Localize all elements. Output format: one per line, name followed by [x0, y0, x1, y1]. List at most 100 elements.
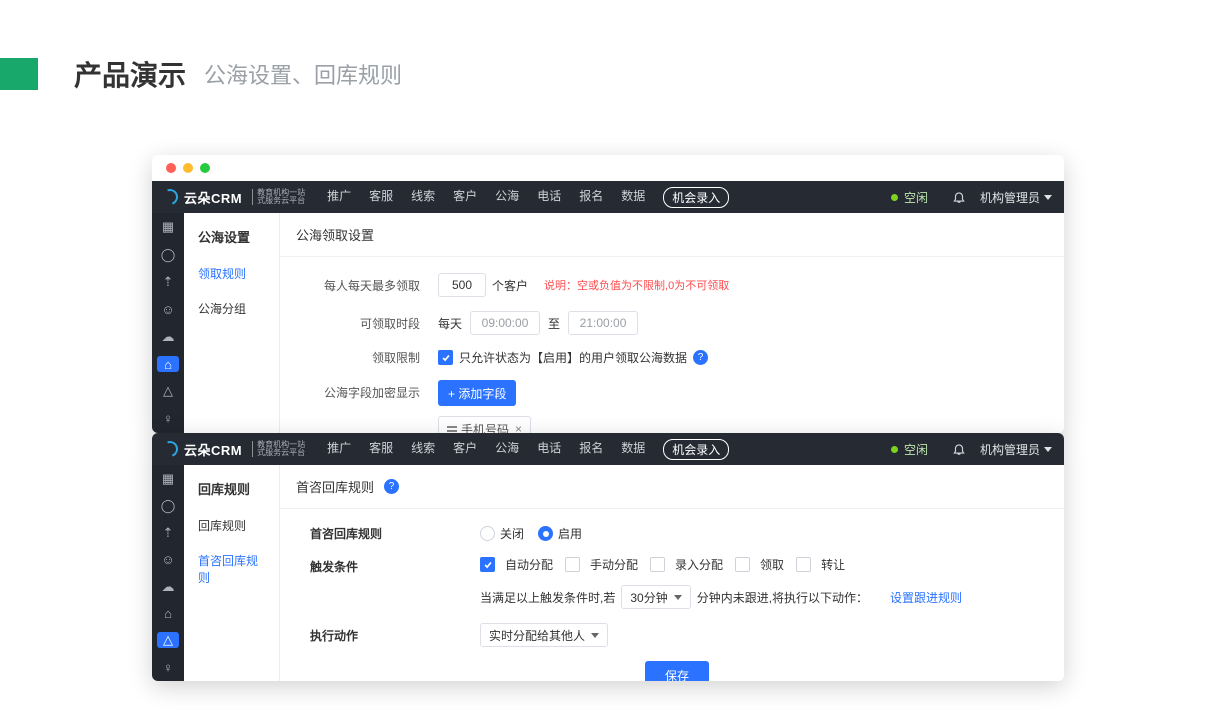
sentence-b: 分钟内未跟进,将执行以下动作： — [697, 589, 868, 606]
rail-icon-stats[interactable]: ⇡ — [157, 274, 179, 290]
opt-label: 自动分配 — [505, 556, 553, 573]
left-icon-rail: ▦ ◯ ⇡ ☺ ☁ ⌂ △ ♀ — [152, 465, 184, 681]
section-title: 公海领取设置 — [280, 213, 1064, 257]
checkbox-entry-assign[interactable] — [650, 557, 665, 572]
label-restriction: 领取限制 — [310, 349, 420, 366]
rail-icon-cloud[interactable]: ☁ — [157, 329, 179, 345]
radio-on-label: 启用 — [558, 525, 582, 542]
checkbox-claim[interactable] — [735, 557, 750, 572]
remove-chip-icon[interactable]: × — [515, 422, 522, 433]
mac-minimize-icon[interactable] — [183, 163, 193, 173]
logo-tagline: 教育机构一站式服务云平台 — [252, 441, 305, 457]
user-menu[interactable]: 机构管理员 — [980, 441, 1052, 458]
slide-title: 产品演示 — [74, 54, 186, 94]
rail-icon-person[interactable]: ♀ — [157, 411, 179, 427]
nav-pill-opportunity-entry[interactable]: 机会录入 — [663, 187, 729, 208]
nav-item[interactable]: 公海 — [495, 439, 519, 460]
side-item-claim-rules[interactable]: 领取规则 — [184, 256, 279, 291]
chevron-down-icon — [1044, 447, 1052, 452]
checkbox-auto-assign[interactable] — [480, 557, 495, 572]
rail-icon-shield[interactable]: ◯ — [157, 498, 179, 514]
save-button[interactable]: 保存 — [645, 661, 709, 681]
rail-icon-dashboard[interactable]: ▦ — [157, 471, 179, 487]
nav-item[interactable]: 报名 — [579, 439, 603, 460]
rail-icon-cloud[interactable]: ☁ — [157, 579, 179, 595]
user-menu[interactable]: 机构管理员 — [980, 189, 1052, 206]
nav-item[interactable]: 线索 — [411, 439, 435, 460]
label-time-slot: 可领取时段 — [310, 315, 420, 332]
window-return-rules: 云朵CRM 教育机构一站式服务云平台 推广 客服 线索 客户 公海 电话 报名 … — [152, 433, 1064, 681]
main-panel: 首咨回库规则 ? 首咨回库规则 关闭 启用 触发条件 自动分配 — [280, 465, 1064, 681]
nav-item[interactable]: 客户 — [453, 439, 477, 460]
rail-icon-home-active[interactable]: ⌂ — [157, 356, 179, 372]
bell-icon[interactable] — [952, 442, 966, 456]
mac-zoom-icon[interactable] — [200, 163, 210, 173]
row-restriction: 领取限制 只允许状态为【启用】的用户领取公海数据 ? — [310, 349, 1044, 366]
radio-on[interactable] — [538, 526, 553, 541]
main-panel: 公海领取设置 每人每天最多领取 个客户 说明：空或负值为不限制,0为不可领取 可… — [280, 213, 1064, 433]
opt-label: 手动分配 — [590, 556, 638, 573]
nav-item[interactable]: 线索 — [411, 187, 435, 208]
chevron-down-icon — [1044, 195, 1052, 200]
radio-off[interactable] — [480, 526, 495, 541]
checkbox-transfer[interactable] — [796, 557, 811, 572]
nav-item[interactable]: 数据 — [621, 439, 645, 460]
row-encrypt-fields: 公海字段加密显示 + 添加字段 手机号码 × — [310, 380, 1044, 433]
rail-icon-user[interactable]: ☺ — [157, 301, 179, 317]
rail-icon-home[interactable]: ⌂ — [157, 606, 179, 622]
opt-label: 录入分配 — [675, 556, 723, 573]
rail-icon-recycle-active[interactable]: △ — [157, 632, 179, 648]
help-icon[interactable]: ? — [384, 479, 399, 494]
link-followup-settings[interactable]: 设置跟进规则 — [890, 589, 962, 606]
status-label: 空闲 — [904, 189, 928, 206]
rail-icon-shield[interactable]: ◯ — [157, 246, 179, 262]
suffix-daily-limit: 个客户 — [492, 277, 528, 294]
nav-item[interactable]: 电话 — [537, 187, 561, 208]
nav-item[interactable]: 客服 — [369, 187, 393, 208]
nav-item[interactable]: 推广 — [327, 187, 351, 208]
encrypted-field-chip[interactable]: 手机号码 × — [438, 416, 531, 433]
agent-status[interactable]: 空闲 — [891, 189, 928, 206]
chevron-down-icon — [674, 595, 682, 600]
select-minutes[interactable]: 30分钟 — [621, 585, 690, 609]
agent-status[interactable]: 空闲 — [891, 441, 928, 458]
logo-icon — [159, 438, 180, 459]
rail-icon-dashboard[interactable]: ▦ — [157, 219, 179, 235]
checkbox-manual-assign[interactable] — [565, 557, 580, 572]
input-time-from[interactable] — [470, 311, 540, 335]
sentence-a: 当满足以上触发条件时,若 — [480, 589, 615, 606]
label-action: 执行动作 — [310, 627, 390, 644]
nav-item[interactable]: 报名 — [579, 187, 603, 208]
rail-icon-recycle[interactable]: △ — [157, 383, 179, 399]
help-icon[interactable]: ? — [693, 350, 708, 365]
logo-icon — [159, 186, 180, 207]
nav-item[interactable]: 客户 — [453, 187, 477, 208]
nav-item[interactable]: 电话 — [537, 439, 561, 460]
prefix-daily: 每天 — [438, 315, 462, 332]
nav-item[interactable]: 客服 — [369, 439, 393, 460]
nav-item[interactable]: 公海 — [495, 187, 519, 208]
side-item-return-rules[interactable]: 回库规则 — [184, 508, 279, 543]
top-nav: 推广 客服 线索 客户 公海 电话 报名 数据 机会录入 — [327, 187, 729, 208]
add-field-button[interactable]: + 添加字段 — [438, 380, 516, 406]
input-time-to[interactable] — [568, 311, 638, 335]
side-item-groups[interactable]: 公海分组 — [184, 291, 279, 326]
opt-label: 转让 — [821, 556, 845, 573]
nav-pill-opportunity-entry[interactable]: 机会录入 — [663, 439, 729, 460]
nav-item[interactable]: 数据 — [621, 187, 645, 208]
nav-item[interactable]: 推广 — [327, 439, 351, 460]
bell-icon[interactable] — [952, 190, 966, 204]
window-public-settings: 云朵CRM 教育机构一站式服务云平台 推广 客服 线索 客户 公海 电话 报名 … — [152, 155, 1064, 433]
checkbox-restriction[interactable] — [438, 350, 453, 365]
rail-icon-person[interactable]: ♀ — [157, 659, 179, 675]
rail-icon-stats[interactable]: ⇡ — [157, 525, 179, 541]
section-title: 首咨回库规则 ? — [280, 465, 1064, 509]
time-separator: 至 — [548, 315, 560, 332]
radio-off-label: 关闭 — [500, 525, 524, 542]
mac-close-icon[interactable] — [166, 163, 176, 173]
select-action[interactable]: 实时分配给其他人 — [480, 623, 608, 647]
app-logo: 云朵CRM 教育机构一站式服务云平台 — [152, 188, 315, 207]
rail-icon-user[interactable]: ☺ — [157, 552, 179, 568]
input-daily-limit[interactable] — [438, 273, 486, 297]
side-item-first-consult-rule[interactable]: 首咨回库规则 — [184, 543, 279, 595]
